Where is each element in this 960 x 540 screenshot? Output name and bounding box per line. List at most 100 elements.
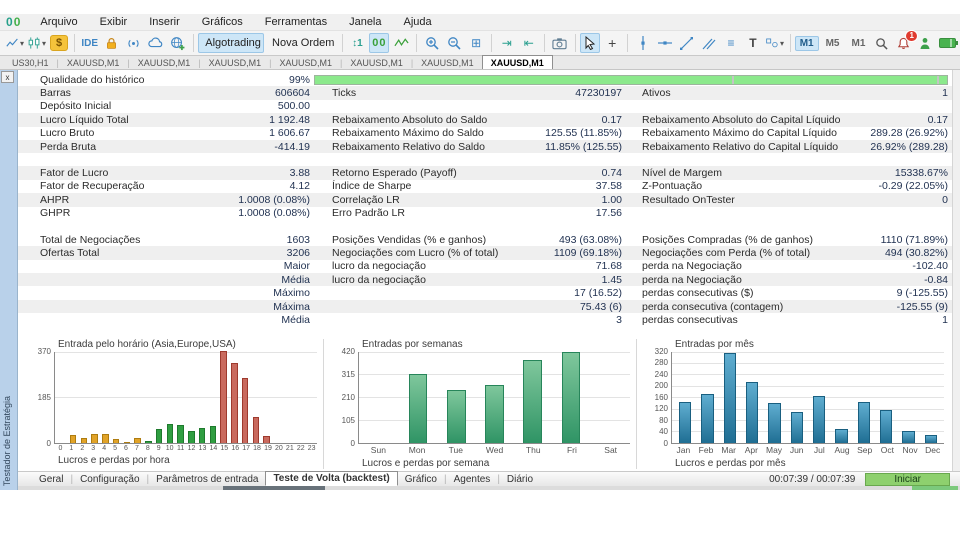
vps-button[interactable]	[146, 33, 166, 53]
chevron-down-icon: ▾	[779, 38, 784, 48]
bar-slot	[830, 352, 852, 443]
menu-item-janela[interactable]: Janela	[338, 16, 392, 28]
bar-slot	[853, 352, 875, 443]
algotrading-button[interactable]: Algotrading	[198, 33, 264, 53]
tester-tab-3[interactable]: Teste de Volta (backtest)	[265, 471, 398, 486]
bar	[231, 363, 238, 443]
menu-item-inserir[interactable]: Inserir	[138, 16, 191, 28]
chart-style-button[interactable]: ▾	[27, 33, 47, 53]
tick-chart-button[interactable]: ↕1	[347, 33, 367, 53]
backtest-report: Qualidade do histórico 99% Barras 606604 Tic…	[18, 70, 960, 490]
chart-title: Entrada pelo horário (Asia,Europe,USA)	[58, 338, 236, 350]
vertical-line-tool-button[interactable]	[633, 33, 653, 53]
channel-tool-button[interactable]	[699, 33, 719, 53]
zoom-in-button[interactable]	[422, 33, 442, 53]
tester-tab-2[interactable]: Parâmetros de entrada	[149, 474, 265, 485]
x-tick-label: 12	[187, 444, 196, 452]
tile-windows-button[interactable]: ⊞	[466, 33, 486, 53]
tester-tab-5[interactable]: Agentes	[447, 474, 498, 485]
market-button[interactable]	[102, 33, 122, 53]
web-terminal-button[interactable]	[168, 33, 188, 53]
bar-slot	[674, 352, 696, 443]
close-panel-button[interactable]: x	[1, 71, 14, 83]
collapse-left-button[interactable]: ⇤	[519, 33, 539, 53]
deposit-button[interactable]: $	[49, 33, 69, 53]
stat-label: Perda Bruta	[40, 140, 97, 153]
chart-tab-2[interactable]: XAUUSD,M1	[130, 56, 199, 69]
stat-value: 1.0008 (0.08%)	[238, 193, 310, 206]
chart-tab-0[interactable]: US30,H1	[4, 56, 57, 69]
connection-status-icon	[939, 38, 958, 48]
text-tool-button[interactable]: T	[743, 33, 763, 53]
scrollbar-thumb[interactable]	[223, 486, 325, 490]
stat-value: 4.12	[289, 180, 310, 193]
bar-slot	[475, 352, 513, 443]
timeframe-button-1[interactable]: M5	[821, 36, 845, 51]
search-button[interactable]	[871, 33, 891, 53]
y-axis: 0 40 80 120 160 200 240 280 320	[645, 347, 671, 448]
ide-button[interactable]: IDE	[80, 33, 100, 53]
bar	[166, 424, 174, 443]
tester-tab-0[interactable]: Geral	[32, 474, 70, 485]
tester-tab-4[interactable]: Gráfico	[398, 474, 444, 485]
chart-tab-6[interactable]: XAUUSD,M1	[413, 56, 482, 69]
stat-value: 289.28 (26.92%)	[870, 127, 948, 140]
stat-value: 17 (16.52)	[574, 287, 622, 300]
chart-tab-5[interactable]: XAUUSD,M1	[342, 56, 411, 69]
stat-label: Rebaixamento Máximo do Saldo	[332, 127, 484, 140]
timeframe-button-2[interactable]: M1	[847, 36, 871, 51]
start-button[interactable]: Iniciar	[865, 472, 950, 486]
horizontal-line-tool-button[interactable]	[655, 33, 675, 53]
trendline-tool-button[interactable]	[677, 33, 697, 53]
cursor-tool-button[interactable]	[580, 33, 601, 53]
chart-tab-3[interactable]: XAUUSD,M1	[201, 56, 270, 69]
stat-value: 1603	[286, 233, 310, 246]
expand-right-button[interactable]: ⇥	[497, 33, 517, 53]
x-tick-label: 5	[113, 444, 118, 452]
stat-label: Total de Negociações	[40, 233, 141, 246]
bar	[902, 430, 915, 443]
screenshot-button[interactable]	[550, 33, 570, 53]
menu-item-gráficos[interactable]: Gráficos	[191, 16, 254, 28]
stat-value: Maior	[283, 260, 310, 273]
chart-tab-1[interactable]: XAUUSD,M1	[59, 56, 128, 69]
bar-slot	[251, 352, 262, 443]
chart-tab-4[interactable]: XAUUSD,M1	[271, 56, 340, 69]
signals-button[interactable]	[124, 33, 144, 53]
cloud-icon	[148, 37, 162, 48]
tester-tab-1[interactable]: Configuração	[73, 474, 146, 485]
x-tick-label: Dec	[925, 444, 941, 455]
crosshair-tool-button[interactable]: +	[602, 33, 622, 53]
candles-mode-button[interactable]: 00	[369, 33, 390, 53]
chart-tab-7[interactable]: XAUUSD,M1	[481, 55, 553, 69]
bar	[523, 359, 542, 443]
bar-slot	[218, 350, 229, 443]
zigzag-button[interactable]	[391, 33, 411, 53]
x-axis-labels: 0 1 2 3 4 5 6 7 8 9 10 11 12 13 14 15 16 17 18 19 20 21 22 23	[55, 445, 317, 452]
report-scrollbar[interactable]	[952, 70, 960, 471]
stat-label: Nível de Margem	[642, 167, 722, 180]
tester-tab-6[interactable]: Diário	[500, 474, 540, 485]
y-axis: 0 105 210 315 420	[332, 347, 358, 448]
stat-row: Máximo 17 (16.52) perdas consecutivas ($) 9…	[18, 286, 960, 299]
menu-item-ferramentas[interactable]: Ferramentas	[254, 16, 338, 28]
x-tick-label: Thu	[525, 444, 541, 455]
community-button[interactable]	[915, 33, 935, 53]
stat-value: 15338.67%	[894, 167, 948, 180]
zoom-out-button[interactable]	[444, 33, 464, 53]
app-logo-icon: 00	[6, 15, 22, 29]
stat-value: -0.84	[924, 273, 948, 286]
new-order-button[interactable]: Nova Ordem	[266, 33, 337, 53]
menu-item-exibir[interactable]: Exibir	[89, 16, 139, 28]
menu-item-ajuda[interactable]: Ajuda	[393, 16, 443, 28]
menu-item-arquivo[interactable]: Arquivo	[29, 16, 88, 28]
fibo-lines-tool-button[interactable]: ≡	[721, 33, 741, 53]
timeframe-button-0[interactable]: M1	[794, 35, 819, 51]
stat-gap	[18, 220, 960, 233]
shapes-tool-button[interactable]: ▾	[765, 33, 785, 53]
chart-type-button[interactable]: ▾	[5, 33, 25, 53]
stat-value: 0.17	[927, 113, 948, 126]
stat-label: perda na Negociação	[642, 260, 742, 273]
metatrader-window: 00 Arquivo Exibir Inserir Gráficos Ferrament…	[0, 0, 960, 540]
notifications-button[interactable]: 1	[893, 30, 919, 53]
